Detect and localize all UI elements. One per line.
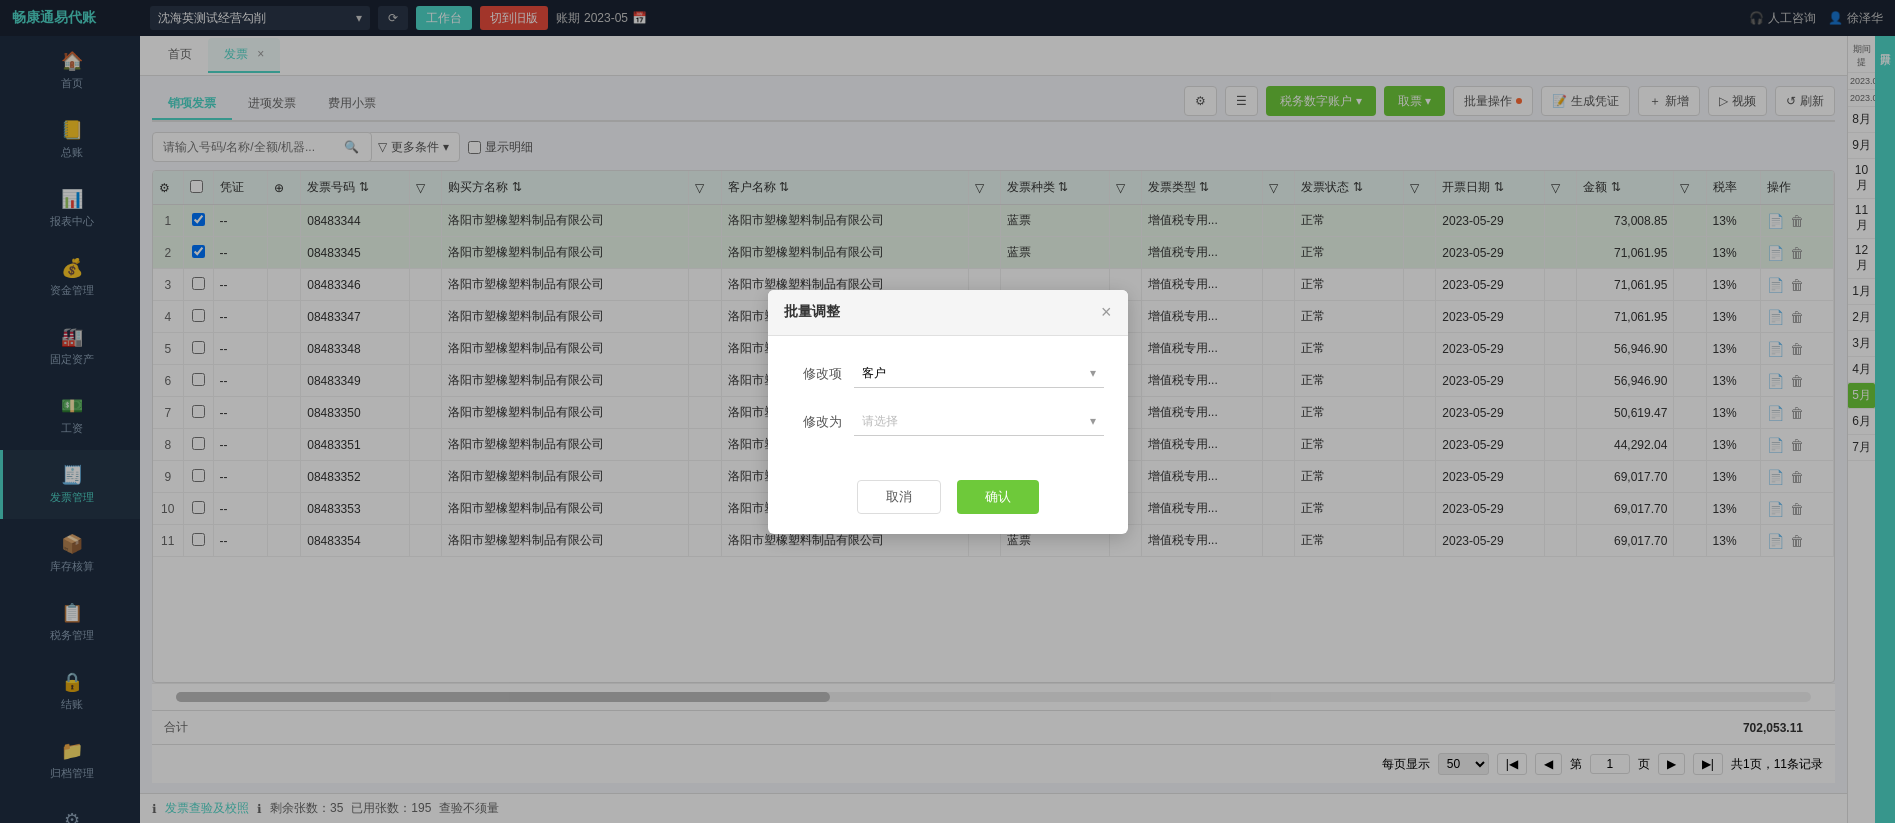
form-row-field: 修改项 客户 bbox=[792, 360, 1104, 388]
modal-header: 批量调整 × bbox=[768, 290, 1128, 336]
modal-overlay: 批量调整 × 修改项 客户 修改为 请选择 取消 确认 bbox=[0, 0, 1895, 823]
value-chevron-icon bbox=[1090, 414, 1096, 428]
field-select[interactable]: 客户 bbox=[854, 360, 1104, 388]
value-select[interactable]: 请选择 bbox=[854, 408, 1104, 436]
batch-adjust-modal: 批量调整 × 修改项 客户 修改为 请选择 取消 确认 bbox=[768, 290, 1128, 534]
modal-footer: 取消 确认 bbox=[768, 472, 1128, 534]
field-chevron-icon bbox=[1090, 366, 1096, 380]
confirm-btn[interactable]: 确认 bbox=[957, 480, 1039, 514]
value-label: 修改为 bbox=[792, 413, 842, 431]
value-placeholder: 请选择 bbox=[862, 413, 898, 430]
modal-body: 修改项 客户 修改为 请选择 bbox=[768, 336, 1128, 472]
modal-close-btn[interactable]: × bbox=[1101, 302, 1112, 323]
modal-title: 批量调整 bbox=[784, 303, 840, 321]
field-value: 客户 bbox=[862, 365, 886, 382]
cancel-btn[interactable]: 取消 bbox=[857, 480, 941, 514]
field-label: 修改项 bbox=[792, 365, 842, 383]
form-row-value: 修改为 请选择 bbox=[792, 408, 1104, 436]
